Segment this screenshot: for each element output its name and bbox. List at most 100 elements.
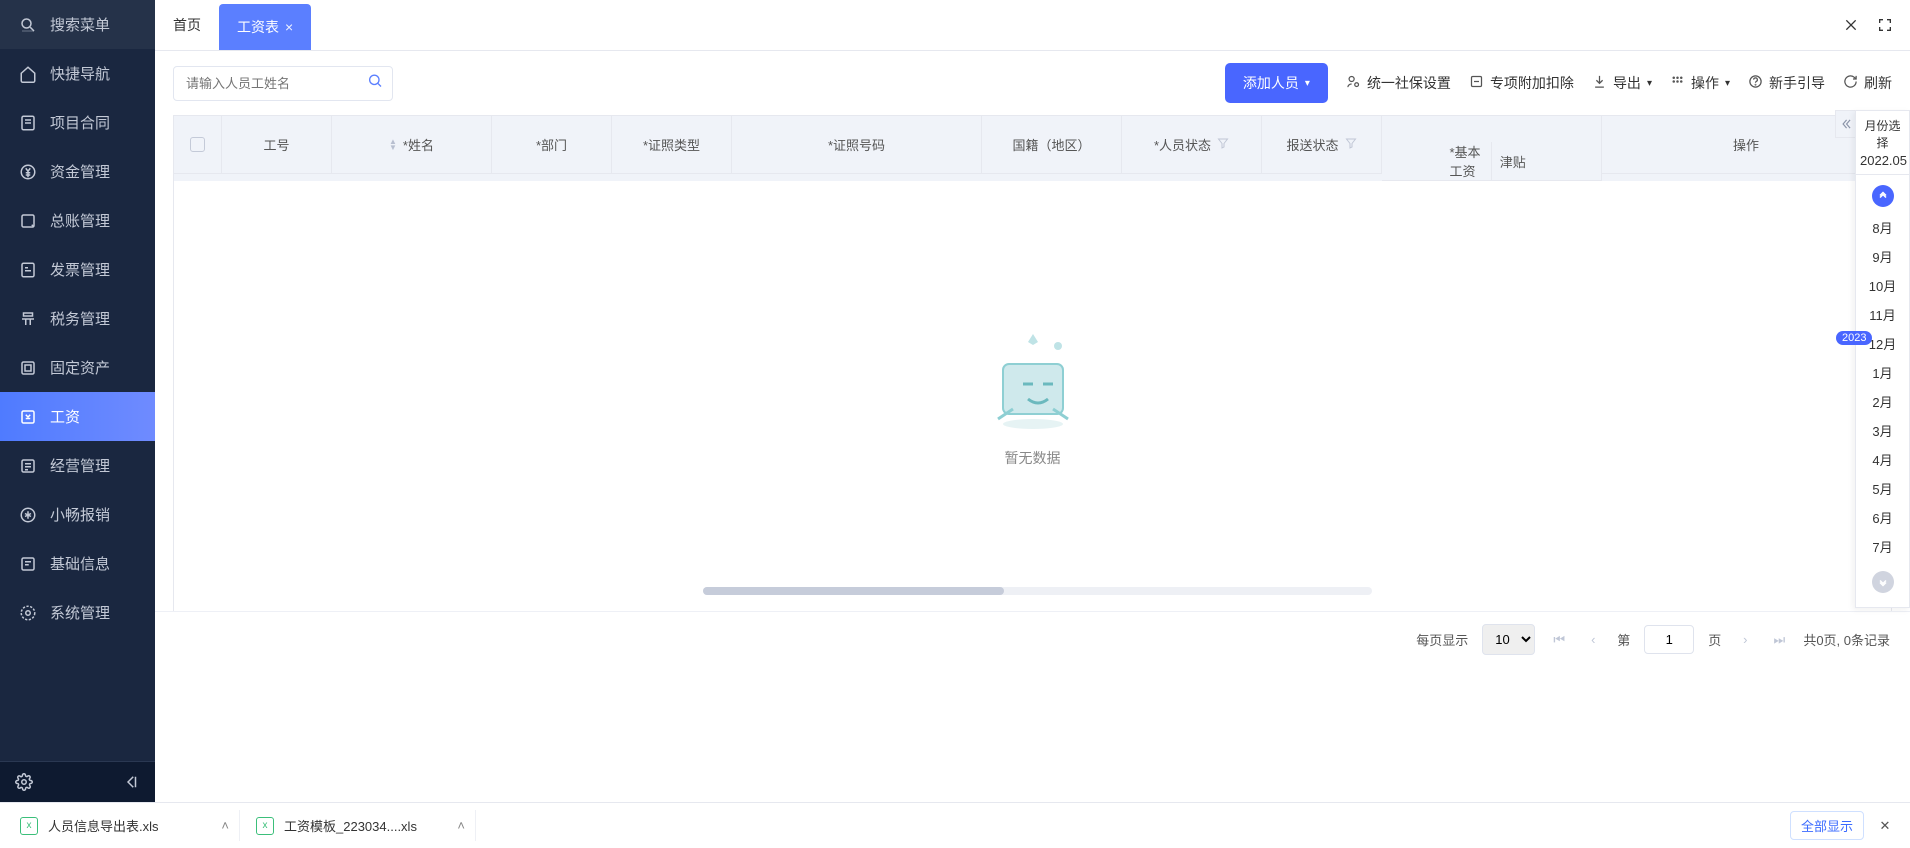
month-option[interactable]: 3月 <box>1856 416 1909 445</box>
month-option[interactable]: 1月 <box>1856 358 1909 387</box>
page-input[interactable] <box>1644 625 1694 654</box>
button-label: 刷新 <box>1864 73 1892 93</box>
month-option[interactable]: 11月 <box>1856 300 1909 329</box>
close-downloads-bar-button[interactable]: ✕ <box>1870 818 1900 834</box>
th-cert-no[interactable]: *证照号码 <box>732 116 982 174</box>
salary-icon <box>18 407 38 427</box>
per-page-select[interactable]: 10 <box>1482 624 1535 655</box>
empty-illustration-icon <box>973 324 1093 434</box>
help-icon <box>1748 74 1763 92</box>
chevron-up-icon[interactable]: ˄ <box>457 818 465 833</box>
special-deduct-button[interactable]: 专项附加扣除 <box>1469 73 1574 93</box>
month-option[interactable]: 6月 <box>1856 503 1909 532</box>
month-option[interactable]: 8月 <box>1856 213 1909 242</box>
sidebar-item-salary[interactable]: 工资 <box>0 392 155 441</box>
sidebar-item-reimburse[interactable]: 小畅报销 <box>0 490 155 539</box>
sidebar-item-basic-info[interactable]: 基础信息 <box>0 539 155 588</box>
sidebar-item-search-menu[interactable]: 搜索菜单 <box>0 0 155 49</box>
guide-button[interactable]: 新手引导 <box>1748 73 1825 93</box>
close-tab-icon[interactable]: × <box>285 19 293 35</box>
button-label: 添加人员 <box>1243 73 1299 93</box>
ledger-icon <box>18 211 38 231</box>
th-cert-type[interactable]: *证照类型 <box>612 116 732 174</box>
toolbar: 添加人员 ▾ 统一社保设置 专项附加扣除 导出 ▾ 操作 ▾ <box>155 51 1910 115</box>
button-label: 操作 <box>1691 73 1719 93</box>
sidebar-item-invoice[interactable]: 发票管理 <box>0 245 155 294</box>
year-badge: 2023 <box>1836 331 1872 345</box>
system-icon <box>18 603 38 623</box>
button-label: 专项附加扣除 <box>1490 73 1574 93</box>
refresh-button[interactable]: 刷新 <box>1843 73 1892 93</box>
month-option[interactable]: 4月 <box>1856 445 1909 474</box>
next-page-button[interactable]: › <box>1735 632 1755 647</box>
prev-page-button[interactable]: ‹ <box>1583 632 1603 647</box>
sidebar-item-label: 项目合同 <box>50 112 110 133</box>
sidebar-item-label: 工资 <box>50 406 80 427</box>
sort-icon[interactable]: ▲▼ <box>389 139 397 151</box>
last-page-button[interactable]: ⏭ <box>1769 632 1789 648</box>
month-option[interactable]: 2月 <box>1856 387 1909 416</box>
sidebar-item-funds[interactable]: 资金管理 <box>0 147 155 196</box>
scroll-months-up-button[interactable] <box>1872 185 1894 207</box>
page-suffix: 页 <box>1708 630 1721 649</box>
chevron-up-icon[interactable]: ˄ <box>221 818 229 833</box>
month-selector-panel: 月份选择 2022.05 8月 9月 10月 11月 12月 1月 2月 3月 … <box>1855 110 1910 608</box>
tab-salary-sheet[interactable]: 工资表 × <box>219 4 311 50</box>
th-checkbox <box>174 116 222 174</box>
month-option[interactable]: 9月 <box>1856 242 1909 271</box>
home-icon <box>18 64 38 84</box>
search-input[interactable] <box>173 66 393 101</box>
close-button[interactable] <box>1834 8 1868 42</box>
th-name[interactable]: ▲▼ *姓名 <box>332 116 492 174</box>
first-page-button[interactable]: ⏮ <box>1549 632 1569 648</box>
sidebar-item-business[interactable]: 经营管理 <box>0 441 155 490</box>
filter-icon[interactable] <box>1345 137 1357 152</box>
tab-label: 工资表 <box>237 17 279 37</box>
sidebar-item-quick-nav[interactable]: 快捷导航 <box>0 49 155 98</box>
filter-icon[interactable] <box>1217 137 1229 152</box>
collapse-sidebar-icon[interactable] <box>121 772 141 792</box>
th-id[interactable]: 工号 <box>222 116 332 174</box>
horizontal-scrollbar[interactable] <box>517 587 1547 597</box>
fullscreen-button[interactable] <box>1868 8 1902 42</box>
th-allowance[interactable]: 津贴 <box>1492 142 1534 180</box>
gear-icon[interactable] <box>14 772 34 792</box>
month-panel-date: 2022.05 <box>1860 153 1905 168</box>
th-nationality[interactable]: 国籍（地区） <box>982 116 1122 174</box>
scroll-months-down-button[interactable] <box>1872 571 1894 593</box>
show-all-downloads-button[interactable]: 全部显示 <box>1790 811 1864 840</box>
button-label: 统一社保设置 <box>1367 73 1451 93</box>
expand-month-panel-button[interactable] <box>1835 110 1855 138</box>
th-person-status[interactable]: *人员状态 <box>1122 116 1262 174</box>
download-item[interactable]: x 工资模板_223034....xls ˄ <box>246 810 476 841</box>
tab-home[interactable]: 首页 <box>155 0 219 50</box>
info-icon <box>18 554 38 574</box>
search-icon[interactable] <box>367 73 383 94</box>
download-item[interactable]: x 人员信息导出表.xls ˄ <box>10 810 240 841</box>
sidebar-item-tax[interactable]: 税务管理 <box>0 294 155 343</box>
sidebar-item-fixed-assets[interactable]: 固定资产 <box>0 343 155 392</box>
sidebar-item-project-contract[interactable]: 项目合同 <box>0 98 155 147</box>
main: 首页 工资表 × 添加人员 ▾ 统一社保设置 <box>155 0 1910 802</box>
th-report-status[interactable]: 报送状态 <box>1262 116 1382 174</box>
export-button[interactable]: 导出 ▾ <box>1592 73 1652 93</box>
select-all-checkbox[interactable] <box>190 137 205 152</box>
sidebar-item-label: 总账管理 <box>50 210 110 231</box>
sidebar-item-ledger[interactable]: 总账管理 <box>0 196 155 245</box>
add-person-button[interactable]: 添加人员 ▾ <box>1225 63 1328 103</box>
month-option[interactable]: 10月 <box>1856 271 1909 300</box>
operations-button[interactable]: 操作 ▾ <box>1670 73 1730 93</box>
social-settings-button[interactable]: 统一社保设置 <box>1346 73 1451 93</box>
reimburse-icon <box>18 505 38 525</box>
th-base-salary[interactable]: *基本工资 <box>1449 142 1492 180</box>
th-salary-group: *基本工资 津贴 <box>1382 116 1602 181</box>
th-dept[interactable]: *部门 <box>492 116 612 174</box>
month-option[interactable]: 7月 <box>1856 532 1909 561</box>
chevron-down-icon: ▾ <box>1647 78 1652 89</box>
sidebar-item-label: 小畅报销 <box>50 504 110 525</box>
sidebar-item-system[interactable]: 系统管理 <box>0 588 155 637</box>
export-icon <box>1592 74 1607 92</box>
month-option[interactable]: 5月 <box>1856 474 1909 503</box>
button-label: 导出 <box>1613 73 1641 93</box>
tax-icon <box>18 309 38 329</box>
